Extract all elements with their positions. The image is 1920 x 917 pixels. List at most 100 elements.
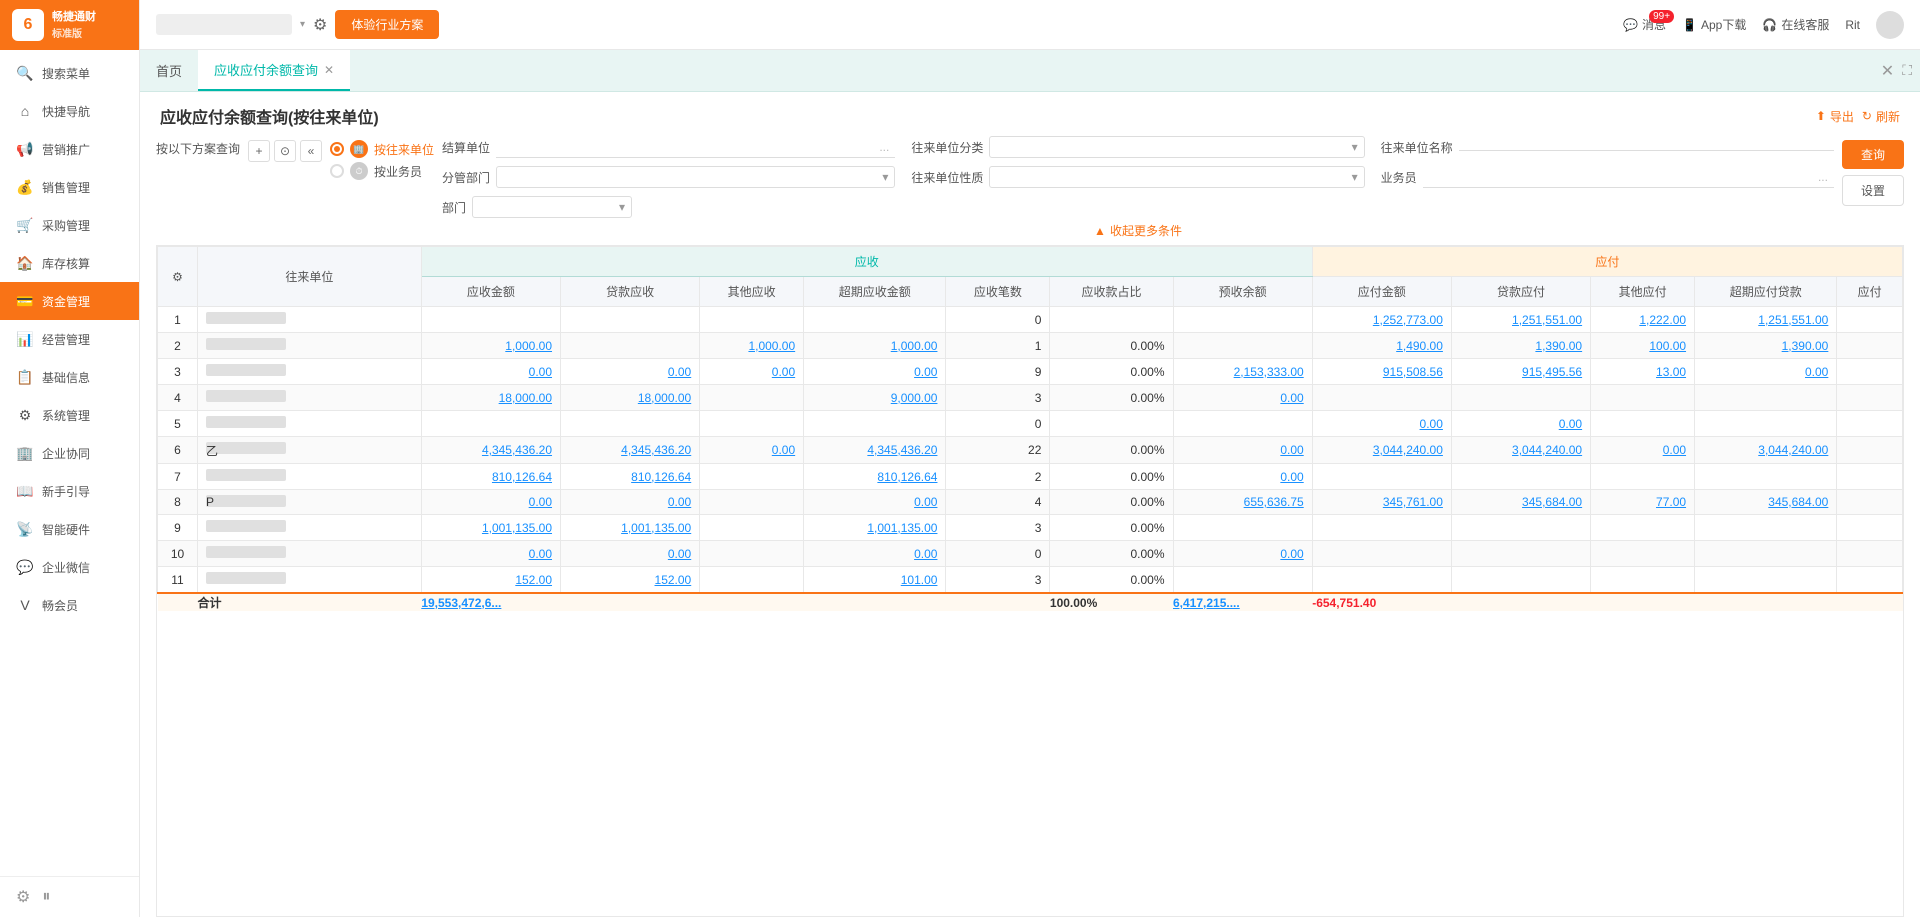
cell-link[interactable]: 810,126.64	[631, 470, 691, 484]
cell-link[interactable]: 0.00	[1280, 547, 1303, 561]
sidebar-item-sales[interactable]: 💰 销售管理	[0, 168, 139, 206]
cell-link[interactable]: 18,000.00	[638, 391, 691, 405]
sidebar-item-base-info[interactable]: 📋 基础信息	[0, 358, 139, 396]
cell-link[interactable]: 0.00	[1805, 365, 1828, 379]
cell-link[interactable]: 152.00	[515, 573, 552, 587]
sidebar-item-wechat[interactable]: 💬 企业微信	[0, 548, 139, 586]
table-settings-icon[interactable]: ⚙	[172, 270, 183, 284]
settlement-unit-input[interactable]: ...	[496, 137, 895, 158]
cell-link[interactable]: 100.00	[1649, 339, 1686, 353]
cell-link[interactable]: 810,126.64	[877, 470, 937, 484]
sidebar-item-member[interactable]: V 畅会员	[0, 586, 139, 624]
cell-link[interactable]: 1,000.00	[748, 339, 795, 353]
sidebar-item-smart-hw[interactable]: 📡 智能硬件	[0, 510, 139, 548]
partner-nature-select[interactable]: ▾	[989, 166, 1364, 188]
cell-link[interactable]: 3,044,240.00	[1512, 443, 1582, 457]
method-by-staff[interactable]: ⏱ 按业务员	[330, 162, 434, 180]
sidebar-item-purchase[interactable]: 🛒 采购管理	[0, 206, 139, 244]
message-button[interactable]: 💬 消息 99+	[1623, 16, 1666, 33]
cell-link[interactable]: 0.00	[529, 365, 552, 379]
sidebar-item-quick-nav[interactable]: ⌂ 快捷导航	[0, 92, 139, 130]
cell-link[interactable]: 915,508.56	[1383, 365, 1443, 379]
partner-name-input[interactable]	[1459, 144, 1834, 151]
cell-link[interactable]: 1,000.00	[505, 339, 552, 353]
sidebar-item-system[interactable]: ⚙ 系统管理	[0, 396, 139, 434]
footer-ar-amount[interactable]: 19,553,472,6...	[421, 596, 501, 610]
cell-link[interactable]: 4,345,436.20	[867, 443, 937, 457]
sidebar-item-guide[interactable]: 📖 新手引导	[0, 472, 139, 510]
department-select[interactable]: ▾	[472, 196, 632, 218]
sidebar-item-capital[interactable]: 💳 资金管理	[0, 282, 139, 320]
collapse-button[interactable]: ▲ 收起更多条件	[1094, 222, 1182, 239]
cell-link[interactable]: 0.00	[914, 495, 937, 509]
cell-link[interactable]: 2,153,333.00	[1234, 365, 1304, 379]
salesperson-input[interactable]: ...	[1423, 167, 1834, 188]
footer-ar-prepay[interactable]: 6,417,215....	[1173, 596, 1240, 610]
topbar-gear-icon[interactable]: ⚙	[313, 15, 327, 35]
cell-link[interactable]: 1,252,773.00	[1373, 313, 1443, 327]
cell-link[interactable]: 3,044,240.00	[1758, 443, 1828, 457]
industry-solution-button[interactable]: 体验行业方案	[335, 10, 439, 39]
cell-link[interactable]: 0.00	[668, 365, 691, 379]
cell-link[interactable]: 345,761.00	[1383, 495, 1443, 509]
sidebar-item-marketing[interactable]: 📢 营销推广	[0, 130, 139, 168]
cell-link[interactable]: 0.00	[668, 547, 691, 561]
cell-link[interactable]: 0.00	[1280, 470, 1303, 484]
cell-link[interactable]: 4,345,436.20	[482, 443, 552, 457]
cell-link[interactable]: 0.00	[1420, 417, 1443, 431]
tab-home[interactable]: 首页	[140, 50, 198, 91]
cell-link[interactable]: 0.00	[668, 495, 691, 509]
method-by-partner[interactable]: 🏢 按往来单位	[330, 140, 434, 158]
cell-link[interactable]: 1,222.00	[1639, 313, 1686, 327]
sidebar-item-inventory[interactable]: 🏠 库存核算	[0, 244, 139, 282]
refresh-button[interactable]: ↻ 刷新	[1862, 108, 1900, 125]
cell-link[interactable]: 9,000.00	[891, 391, 938, 405]
cell-link[interactable]: 1,251,551.00	[1512, 313, 1582, 327]
cell-link[interactable]: 345,684.00	[1522, 495, 1582, 509]
cell-link[interactable]: 0.00	[772, 443, 795, 457]
sidebar-item-enterprise[interactable]: 🏢 企业协同	[0, 434, 139, 472]
cell-link[interactable]: 1,001,135.00	[621, 521, 691, 535]
export-button[interactable]: ⬆ 导出	[1816, 108, 1854, 125]
query-button[interactable]: 查询	[1842, 140, 1904, 169]
cell-link[interactable]: 1,001,135.00	[867, 521, 937, 535]
cell-link[interactable]: 0.00	[1280, 391, 1303, 405]
cell-link[interactable]: 18,000.00	[499, 391, 552, 405]
tab-close-icon[interactable]: ✕	[324, 63, 334, 77]
cell-link[interactable]: 655,636.75	[1244, 495, 1304, 509]
cell-link[interactable]: 101.00	[901, 573, 938, 587]
cell-link[interactable]: 0.00	[1663, 443, 1686, 457]
tab-ar-ap[interactable]: 应收应付余额查询 ✕	[198, 50, 350, 91]
cell-link[interactable]: 810,126.64	[492, 470, 552, 484]
footer-settings-icon[interactable]: ⚙	[16, 887, 30, 907]
cell-link[interactable]: 0.00	[772, 365, 795, 379]
scheme-add-button[interactable]: +	[248, 140, 270, 162]
cell-link[interactable]: 1,001,135.00	[482, 521, 552, 535]
cell-link[interactable]: 3,044,240.00	[1373, 443, 1443, 457]
cell-link[interactable]: 4,345,436.20	[621, 443, 691, 457]
cell-link[interactable]: 77.00	[1656, 495, 1686, 509]
scheme-settings-button[interactable]: ⊙	[274, 140, 296, 162]
dept-charge-select[interactable]: ▾	[496, 166, 895, 188]
sidebar-item-operations[interactable]: 📊 经营管理	[0, 320, 139, 358]
app-download-button[interactable]: 📱 App下载	[1682, 16, 1746, 33]
cell-link[interactable]: 345,684.00	[1768, 495, 1828, 509]
tab-close-window-icon[interactable]: ✕	[1881, 61, 1894, 81]
cell-link[interactable]: 152.00	[655, 573, 692, 587]
cell-link[interactable]: 1,390.00	[1782, 339, 1829, 353]
cell-link[interactable]: 0.00	[1559, 417, 1582, 431]
cell-link[interactable]: 0.00	[914, 547, 937, 561]
cell-link[interactable]: 915,495.56	[1522, 365, 1582, 379]
cell-link[interactable]: 0.00	[914, 365, 937, 379]
cell-link[interactable]: 1,390.00	[1535, 339, 1582, 353]
cell-link[interactable]: 1,000.00	[891, 339, 938, 353]
cell-link[interactable]: 1,490.00	[1396, 339, 1443, 353]
col-settings[interactable]: ⚙	[158, 247, 198, 307]
online-service-button[interactable]: 🎧 在线客服	[1762, 16, 1829, 33]
cell-link[interactable]: 0.00	[529, 547, 552, 561]
cell-link[interactable]: 1,251,551.00	[1758, 313, 1828, 327]
user-avatar[interactable]	[1876, 11, 1904, 39]
partner-category-select[interactable]: ▾	[989, 136, 1364, 158]
sidebar-item-search-menu[interactable]: 🔍 搜索菜单	[0, 54, 139, 92]
cell-link[interactable]: 0.00	[1280, 443, 1303, 457]
